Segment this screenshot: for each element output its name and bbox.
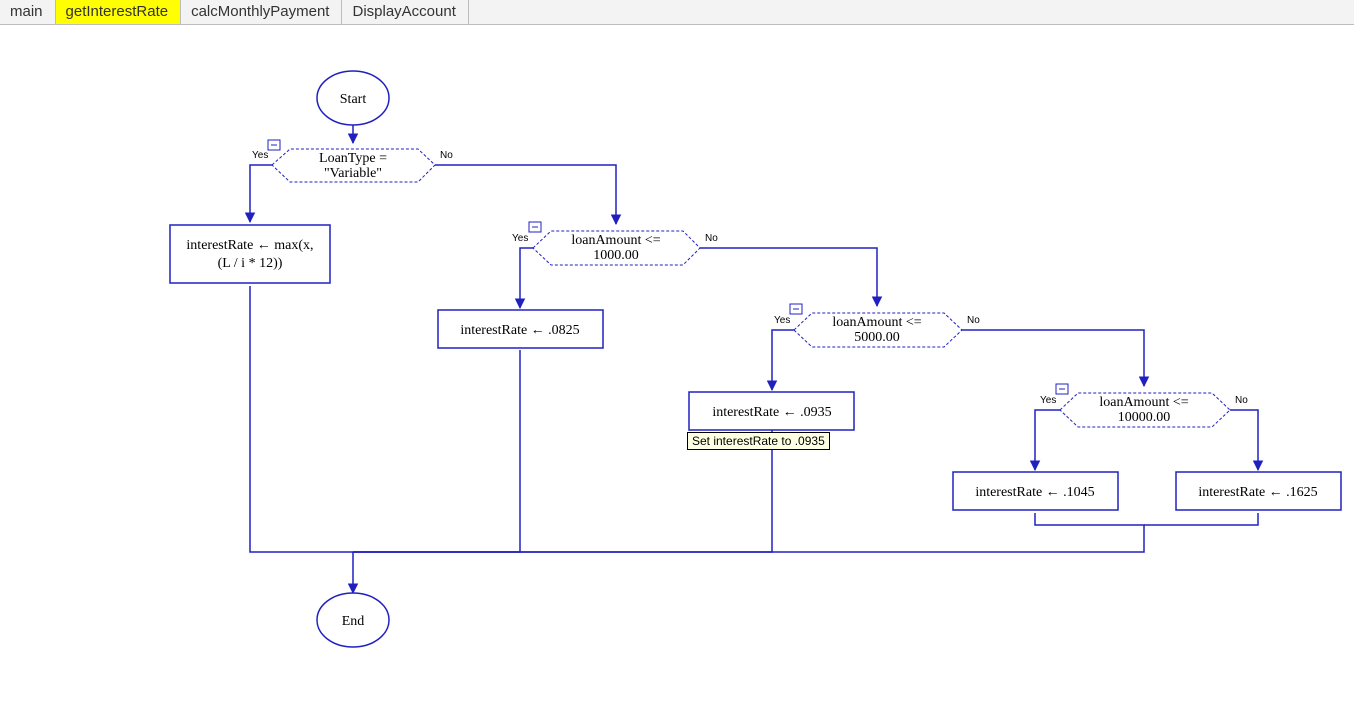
svg-text:No: No [705,233,718,244]
svg-text:No: No [967,315,980,326]
svg-text:No: No [440,150,453,161]
tab-getInterestRate[interactable]: getInterestRate [56,0,182,24]
svg-text:(L / i * 12)): (L / i * 12)) [218,256,283,271]
svg-text:interestRate ← .0935: interestRate ← .0935 [712,405,831,420]
decision-loantype[interactable]: LoanType = "Variable" Yes No [252,140,453,182]
decision-amount-5000[interactable]: loanAmount <= 5000.00 Yes No [774,304,980,347]
process-rate-1625[interactable]: interestRate ← .1625 [1176,472,1341,510]
svg-text:loanAmount <=: loanAmount <= [1099,395,1188,410]
svg-text:Yes: Yes [512,233,528,244]
decision-amount-1000[interactable]: loanAmount <= 1000.00 Yes No [512,222,718,265]
svg-text:LoanType =: LoanType = [319,151,387,166]
flowchart-canvas[interactable]: Start End LoanType = "Variable" Yes No i… [0,25,1354,718]
tooltip: Set interestRate to .0935 [687,432,830,450]
process-variable-rate[interactable]: interestRate ← max(x, (L / i * 12)) [170,225,330,283]
svg-text:End: End [342,614,365,629]
svg-text:Yes: Yes [774,315,790,326]
tab-DisplayAccount[interactable]: DisplayAccount [342,0,468,24]
svg-text:No: No [1235,395,1248,406]
start-node[interactable]: Start [317,71,389,125]
process-rate-1045[interactable]: interestRate ← .1045 [953,472,1118,510]
svg-text:Yes: Yes [252,150,268,161]
svg-text:10000.00: 10000.00 [1118,410,1171,425]
svg-text:5000.00: 5000.00 [854,330,900,345]
svg-text:Yes: Yes [1040,395,1056,406]
decision-amount-10000[interactable]: loanAmount <= 10000.00 Yes No [1040,384,1248,427]
svg-text:Start: Start [340,92,367,107]
svg-text:interestRate ← .1625: interestRate ← .1625 [1198,485,1317,500]
svg-text:loanAmount <=: loanAmount <= [832,315,921,330]
end-node[interactable]: End [317,593,389,647]
svg-text:interestRate ← max(x,: interestRate ← max(x, [186,238,313,253]
tab-main[interactable]: main [0,0,56,24]
svg-text:1000.00: 1000.00 [593,248,639,263]
svg-text:loanAmount <=: loanAmount <= [571,233,660,248]
process-rate-0935[interactable]: interestRate ← .0935 [689,392,854,430]
tab-bar: main getInterestRate calcMonthlyPayment … [0,0,1354,25]
svg-text:interestRate ← .1045: interestRate ← .1045 [975,485,1094,500]
process-rate-0825[interactable]: interestRate ← .0825 [438,310,603,348]
svg-text:"Variable": "Variable" [324,166,382,181]
tab-calcMonthlyPayment[interactable]: calcMonthlyPayment [181,0,342,24]
svg-text:interestRate ← .0825: interestRate ← .0825 [460,323,579,338]
